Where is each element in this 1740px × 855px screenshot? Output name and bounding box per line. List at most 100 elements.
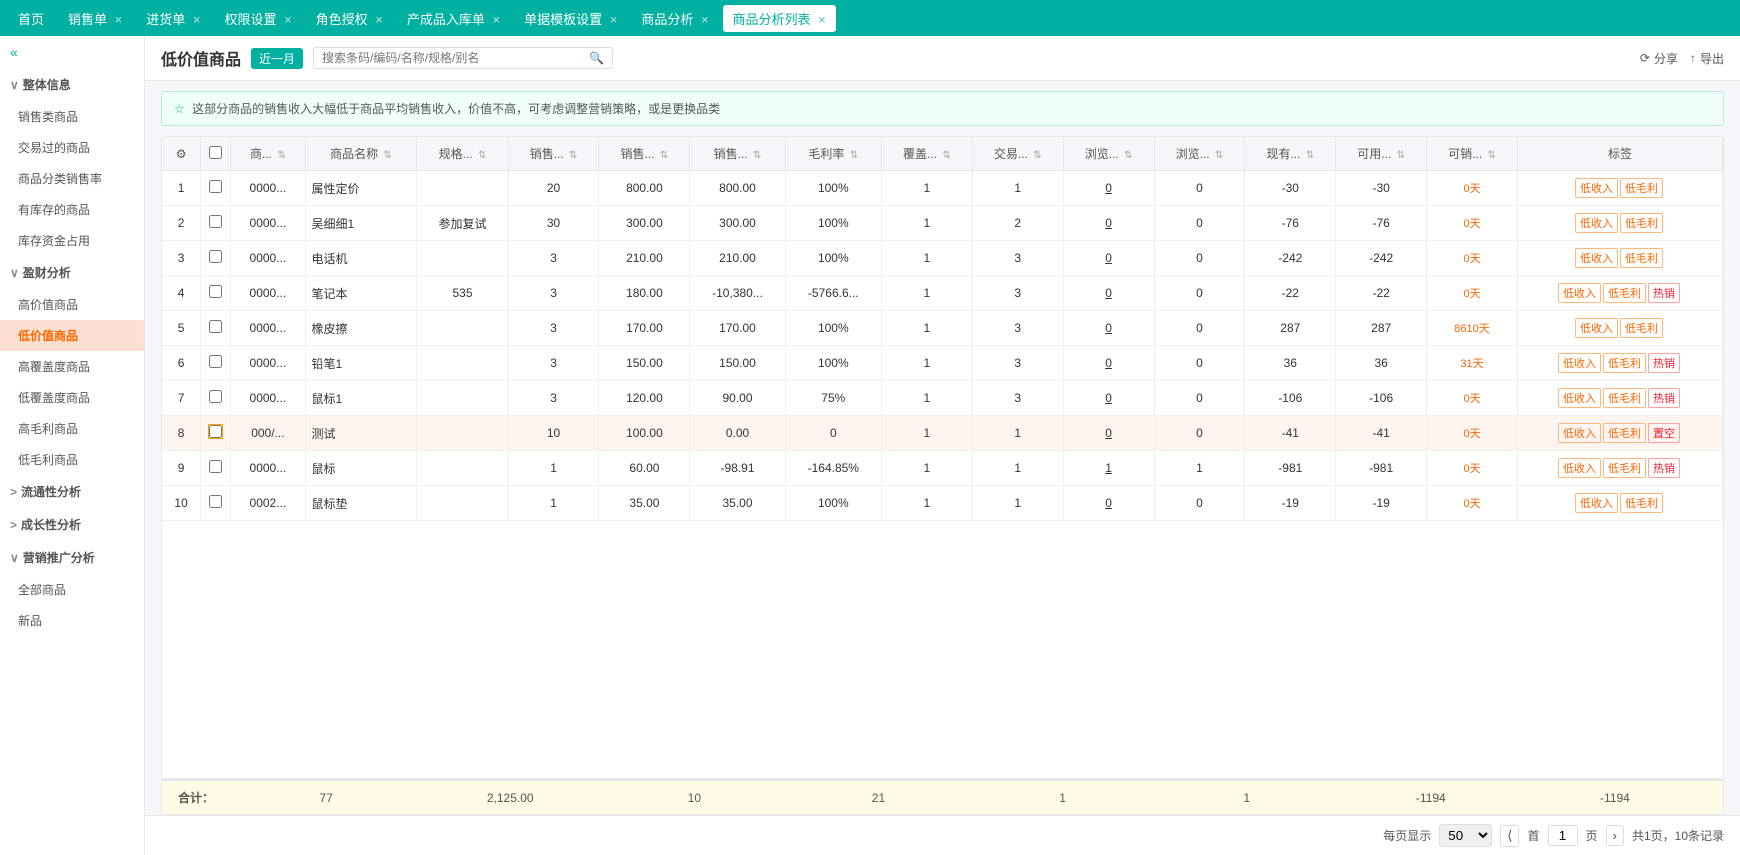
nav-sales-order[interactable]: 销售单 ×: [58, 5, 132, 32]
sidebar-section-growth[interactable]: > 成长性分析: [0, 508, 144, 541]
data-table-container[interactable]: ⚙ 商... ⇅ 商品名称 ⇅ 规格... ⇅ 销售... ⇅ 销售... ⇅ …: [161, 136, 1724, 779]
cell-checkbox[interactable]: [201, 206, 231, 241]
collapse-sidebar-button[interactable]: «: [0, 36, 144, 68]
row-checkbox[interactable]: [209, 320, 222, 333]
views-link[interactable]: 0: [1105, 286, 1112, 300]
col-coverage[interactable]: 覆盖... ⇅: [881, 137, 972, 171]
row-checkbox[interactable]: [209, 250, 222, 263]
row-checkbox[interactable]: [209, 285, 222, 298]
sidebar-item-stock-capital[interactable]: 库存资金占用: [0, 225, 144, 256]
col-settings[interactable]: ⚙: [162, 137, 201, 171]
close-icon[interactable]: ×: [115, 12, 123, 27]
sidebar-item-high-coverage[interactable]: 高覆盖度商品: [0, 351, 144, 382]
close-icon[interactable]: ×: [493, 12, 501, 27]
nav-role-auth[interactable]: 角色授权 ×: [306, 5, 393, 32]
nav-purchase-order[interactable]: 进货单 ×: [136, 5, 210, 32]
sidebar-item-stock-goods[interactable]: 有库存的商品: [0, 194, 144, 225]
views-link[interactable]: 0: [1105, 496, 1112, 510]
views-link[interactable]: 0: [1105, 426, 1112, 440]
cell-checkbox[interactable]: [201, 486, 231, 521]
close-icon[interactable]: ×: [193, 12, 201, 27]
col-sales-amount[interactable]: 销售... ⇅: [599, 137, 690, 171]
row-checkbox[interactable]: [209, 425, 222, 438]
sidebar-item-low-margin[interactable]: 低毛利商品: [0, 444, 144, 475]
col-transaction[interactable]: 交易... ⇅: [972, 137, 1063, 171]
nav-product-analysis-list[interactable]: 商品分析列表 ×: [723, 5, 836, 32]
row-checkbox[interactable]: [209, 390, 222, 403]
next-page-button[interactable]: ›: [1606, 825, 1624, 846]
col-name[interactable]: 商品名称 ⇅: [305, 137, 417, 171]
nav-home[interactable]: 首页: [8, 5, 54, 32]
row-checkbox[interactable]: [209, 495, 222, 508]
col-qty[interactable]: 销售... ⇅: [508, 137, 599, 171]
close-icon[interactable]: ×: [375, 12, 383, 27]
views-link[interactable]: 1: [1105, 461, 1112, 475]
cell-views1[interactable]: 0: [1063, 486, 1154, 521]
sidebar-item-high-margin[interactable]: 高毛利商品: [0, 413, 144, 444]
sidebar-item-low-value[interactable]: 低价值商品: [0, 320, 144, 351]
col-views2[interactable]: 浏览... ⇅: [1154, 137, 1245, 171]
cell-checkbox[interactable]: [201, 451, 231, 486]
share-button[interactable]: ⟳ 分享: [1640, 50, 1678, 67]
close-icon[interactable]: ×: [610, 12, 618, 27]
col-saleable[interactable]: 可销... ⇅: [1427, 137, 1518, 171]
cell-views1[interactable]: 1: [1063, 451, 1154, 486]
cell-views1[interactable]: 0: [1063, 241, 1154, 276]
cell-views1[interactable]: 0: [1063, 171, 1154, 206]
sidebar-item-high-value[interactable]: 高价值商品: [0, 289, 144, 320]
sidebar-item-category-sales-rate[interactable]: 商品分类销售率: [0, 163, 144, 194]
select-all-checkbox[interactable]: [209, 146, 222, 159]
nav-product-storage[interactable]: 产成品入库单 ×: [397, 5, 510, 32]
first-page-button[interactable]: ⟨: [1500, 825, 1519, 847]
col-checkbox[interactable]: [201, 137, 231, 171]
views-link[interactable]: 0: [1105, 181, 1112, 195]
export-button[interactable]: ↑ 导出: [1690, 50, 1724, 67]
close-icon[interactable]: ×: [284, 12, 292, 27]
cell-views1[interactable]: 0: [1063, 381, 1154, 416]
sidebar-item-new-goods[interactable]: 新品: [0, 605, 144, 636]
sidebar-section-liquidity[interactable]: > 流通性分析: [0, 475, 144, 508]
cell-views1[interactable]: 0: [1063, 311, 1154, 346]
views-link[interactable]: 0: [1105, 216, 1112, 230]
col-spec[interactable]: 规格... ⇅: [417, 137, 508, 171]
nav-template-settings[interactable]: 单据模板设置 ×: [514, 5, 627, 32]
sidebar-section-overall[interactable]: ∨ 整体信息: [0, 68, 144, 101]
cell-checkbox[interactable]: [201, 171, 231, 206]
col-current-stock[interactable]: 现有... ⇅: [1245, 137, 1336, 171]
cell-checkbox[interactable]: [201, 276, 231, 311]
cell-checkbox[interactable]: [201, 311, 231, 346]
views-link[interactable]: 0: [1105, 321, 1112, 335]
nav-product-analysis[interactable]: 商品分析 ×: [631, 5, 718, 32]
per-page-select[interactable]: 50 100 200: [1439, 824, 1492, 847]
sidebar-item-sales-goods[interactable]: 销售类商品: [0, 101, 144, 132]
close-icon[interactable]: ×: [701, 12, 709, 27]
sidebar-section-marketing[interactable]: ∨ 营销推广分析: [0, 541, 144, 574]
cell-views1[interactable]: 0: [1063, 416, 1154, 451]
cell-checkbox[interactable]: [201, 241, 231, 276]
row-checkbox[interactable]: [209, 215, 222, 228]
sidebar-item-all-goods[interactable]: 全部商品: [0, 574, 144, 605]
filter-badge[interactable]: 近一月: [251, 48, 303, 69]
cell-checkbox[interactable]: [201, 416, 231, 451]
col-sales2[interactable]: 销售... ⇅: [690, 137, 785, 171]
row-checkbox[interactable]: [209, 460, 222, 473]
cell-checkbox[interactable]: [201, 346, 231, 381]
search-icon[interactable]: 🔍: [589, 51, 604, 65]
close-icon[interactable]: ×: [818, 12, 826, 27]
views-link[interactable]: 0: [1105, 356, 1112, 370]
col-available-stock[interactable]: 可用... ⇅: [1336, 137, 1427, 171]
views-link[interactable]: 0: [1105, 251, 1112, 265]
col-views1[interactable]: 浏览... ⇅: [1063, 137, 1154, 171]
sidebar-section-profit[interactable]: ∨ 盈财分析: [0, 256, 144, 289]
cell-checkbox[interactable]: [201, 381, 231, 416]
col-gross-margin[interactable]: 毛利率 ⇅: [785, 137, 881, 171]
search-input[interactable]: [322, 51, 583, 65]
cell-views1[interactable]: 0: [1063, 206, 1154, 241]
page-number-input[interactable]: [1548, 825, 1578, 846]
col-code[interactable]: 商... ⇅: [231, 137, 305, 171]
nav-permission[interactable]: 权限设置 ×: [214, 5, 301, 32]
row-checkbox[interactable]: [209, 355, 222, 368]
cell-views1[interactable]: 0: [1063, 276, 1154, 311]
sidebar-item-traded-goods[interactable]: 交易过的商品: [0, 132, 144, 163]
row-checkbox[interactable]: [209, 180, 222, 193]
